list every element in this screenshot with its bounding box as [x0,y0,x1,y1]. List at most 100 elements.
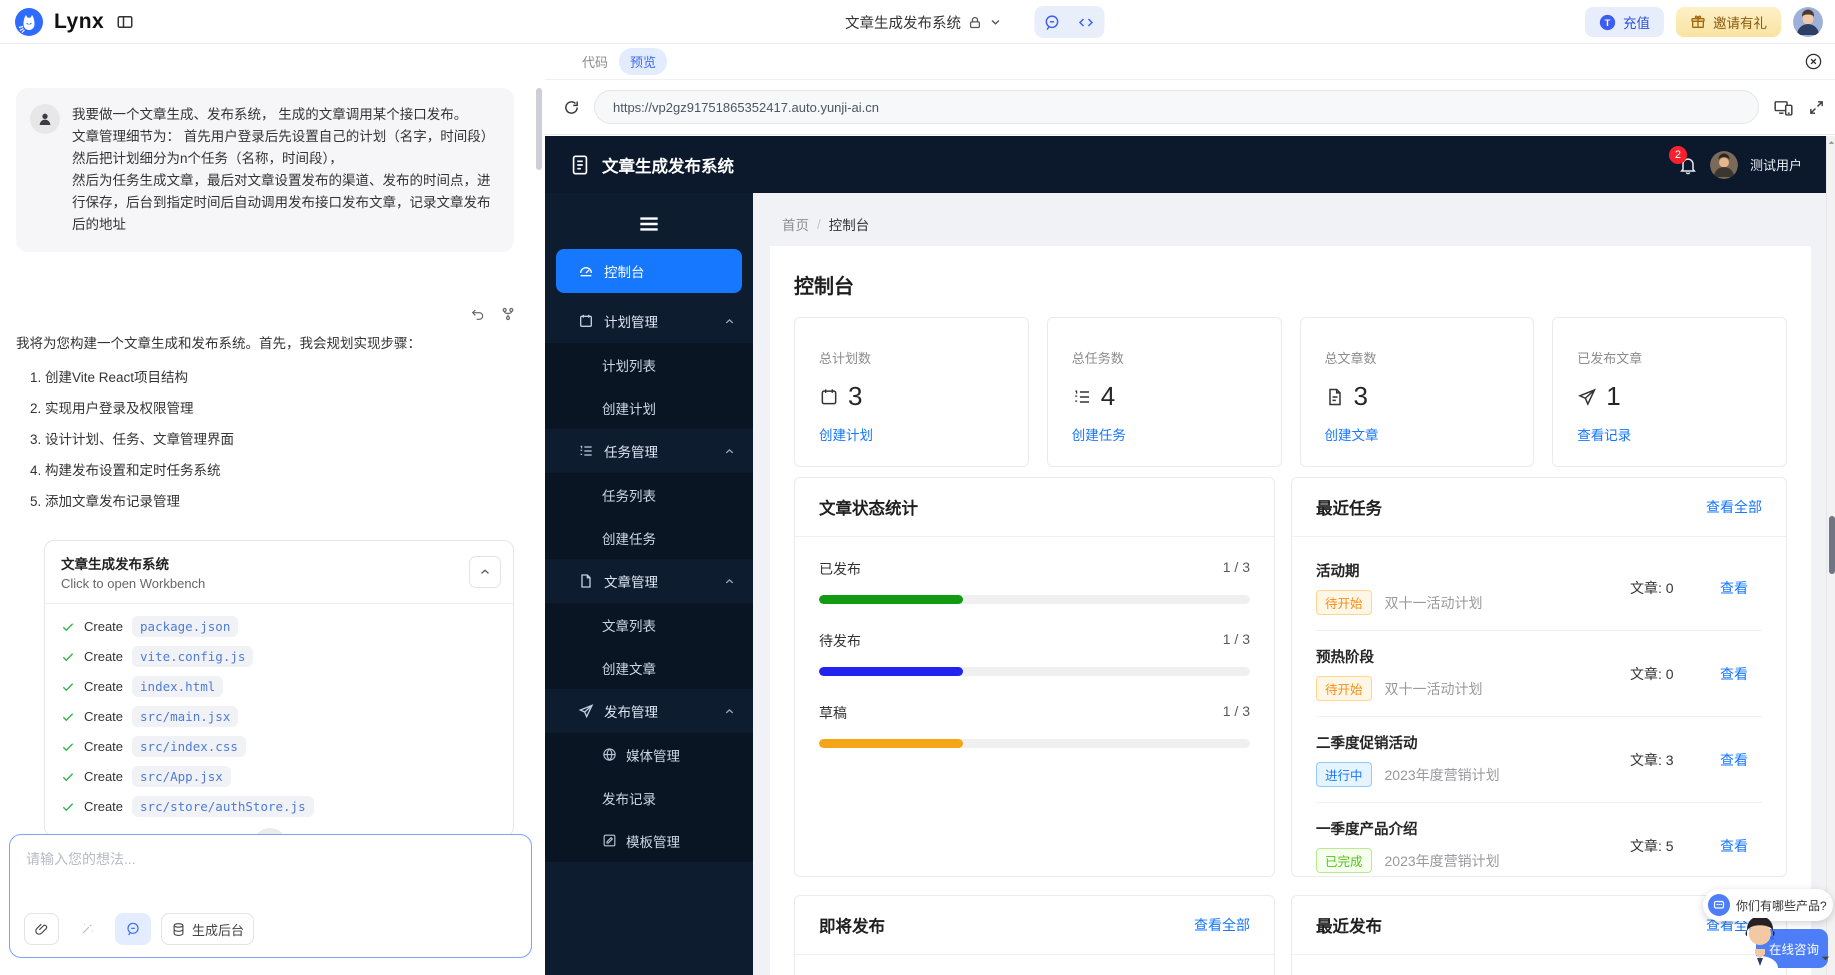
code-mode-button[interactable] [1071,9,1101,35]
task-view-link[interactable]: 查看 [1720,836,1748,856]
file-link[interactable]: src/App.jsx [132,766,231,787]
undo-icon[interactable] [470,306,486,322]
notification-bell-icon[interactable]: 2 [1668,145,1698,175]
collapse-button[interactable] [469,556,501,588]
task-plan: 2023年度营销计划 [1384,766,1500,783]
calendar-icon [821,388,837,404]
sidebar-item-label: 任务管理 [604,445,658,460]
sidebar-item-publish[interactable]: 发布管理 [545,689,753,733]
support-bubble[interactable]: 你们有哪些产品? [1703,889,1833,921]
chevron-down-icon[interactable] [988,15,1002,29]
sidebar-item-plan-list[interactable]: 计划列表 [545,343,753,386]
check-icon [61,650,75,664]
enhance-button[interactable] [69,913,105,945]
sidebar-item-article-list[interactable]: 文章列表 [545,603,753,646]
stat-card-published: 已发布文章 1 查看记录 [1552,317,1787,467]
collapse-caret-icon[interactable] [1820,953,1831,964]
upcoming-publish-panel: 即将发布 查看全部 2023-02-05 12:00:00 [794,895,1275,975]
tab-preview[interactable]: 预览 [619,48,668,75]
app-user-avatar[interactable] [1709,150,1738,179]
sidebar-item-task-list[interactable]: 任务列表 [545,473,753,516]
progress-value: 1 / 3 [1222,559,1250,575]
dashboard-icon [580,267,592,277]
progress-fill [819,667,963,676]
tab-code[interactable]: 代码 [571,48,619,75]
task-row: 一季度产品介绍 已完成 2023年度营销计划 文章: 5 查看 [1316,803,1762,876]
sidebar-subitem-label: 创建任务 [602,531,656,547]
chat-input[interactable] [26,849,515,903]
preview-tabs: 代码 预览 [545,44,1835,80]
preview-urlbar [545,80,1835,135]
stat-value: 3 [848,381,863,411]
status-badge: 待开始 [1316,590,1372,615]
attach-button[interactable] [24,913,59,945]
user-avatar[interactable] [1793,7,1823,37]
task-view-link[interactable]: 查看 [1720,664,1748,684]
assistant-steps: 1. 创建Vite React项目结构 2. 实现用户登录及权限管理 3. 设计… [16,366,516,510]
sidebar-item-template[interactable]: 模板管理 [545,819,753,862]
assistant-message: 我将为您构建一个文章生成和发布系统。首先，我会规划实现步骤： 1. 创建Vite… [16,306,516,521]
close-icon[interactable] [1804,52,1823,71]
invite-button[interactable]: 邀请有礼 [1676,7,1781,37]
sidebar-item-media[interactable]: 媒体管理 [545,733,753,776]
file-link[interactable]: index.html [132,676,224,697]
sidebar-item-plan[interactable]: 计划管理 [545,299,753,343]
task-name: 一季度产品介绍 [1316,822,1418,838]
chat-mode-button[interactable] [1037,9,1067,35]
file-icon [1328,388,1341,405]
stat-card-plans: 总计划数 3 创建计划 [794,317,1029,467]
devices-icon[interactable] [1773,97,1794,118]
sidebar-item-article[interactable]: 文章管理 [545,559,753,603]
generate-backend-button[interactable]: 生成后台 [161,913,255,945]
panel-toggle-icon[interactable] [114,11,136,33]
breadcrumb-home[interactable]: 首页 [782,214,809,234]
check-icon [61,800,75,814]
sidebar-item-plan-create[interactable]: 创建计划 [545,386,753,429]
view-all-link[interactable]: 查看全部 [1194,915,1250,935]
file-link[interactable]: src/store/authStore.js [132,796,314,817]
status-badge: 待开始 [1316,676,1372,701]
task-plan: 2023年度营销计划 [1384,852,1500,869]
stat-link-create-plan[interactable]: 创建计划 [819,424,873,444]
sidebar-item-task-create[interactable]: 创建任务 [545,516,753,559]
hamburger-icon[interactable] [545,193,753,243]
fork-icon[interactable] [500,306,516,322]
panel-title: 文章状态统计 [819,500,918,518]
chat-scrollbar[interactable] [536,88,542,170]
task-view-link[interactable]: 查看 [1720,750,1748,770]
svg-text:T: T [1605,17,1611,27]
sidebar-item-publish-records[interactable]: 发布记录 [545,776,753,819]
sidebar-item-label: 控制台 [604,265,645,280]
chevron-up-icon [725,448,734,453]
preview-scrollbar[interactable] [1826,136,1835,975]
sidebar-submenu-article: 文章列表 创建文章 [545,603,753,689]
workbench-card[interactable]: 文章生成发布系统 Click to open Workbench Create … [44,540,514,837]
task-row: 预热阶段 待开始 双十一活动计划 文章: 0 查看 [1316,631,1762,717]
sidebar-item-task[interactable]: 任务管理 [545,429,753,473]
chat-mode-toggle[interactable] [115,913,151,945]
lock-icon [967,15,982,30]
file-row: Create package.json [61,616,497,637]
sidebar-subitem-label: 任务列表 [602,488,656,504]
url-input[interactable] [594,90,1759,124]
file-row: Create index.html [61,676,497,697]
sidebar-item-article-create[interactable]: 创建文章 [545,646,753,689]
scrollbar-thumb[interactable] [1828,516,1835,574]
refresh-icon[interactable] [563,99,580,116]
file-link[interactable]: vite.config.js [132,646,254,667]
recharge-button[interactable]: T 充值 [1585,7,1664,37]
task-view-link[interactable]: 查看 [1720,578,1748,598]
expand-icon[interactable] [1808,99,1825,116]
stat-card-tasks: 总任务数 4 创建任务 [1046,317,1282,467]
stat-link-view-records[interactable]: 查看记录 [1577,424,1631,444]
stat-link-create-article[interactable]: 创建文章 [1325,424,1379,444]
sidebar-item-dashboard[interactable]: 控制台 [556,249,742,293]
file-action: Create [84,649,124,664]
file-link[interactable]: src/index.css [132,736,246,757]
view-all-link[interactable]: 查看全部 [1706,497,1762,517]
scroll-up-arrow[interactable] [1828,139,1835,146]
file-link[interactable]: package.json [132,616,239,637]
stat-link-create-task[interactable]: 创建任务 [1072,424,1126,444]
sidebar-item-label: 发布管理 [604,705,658,720]
file-link[interactable]: src/main.jsx [132,706,239,727]
